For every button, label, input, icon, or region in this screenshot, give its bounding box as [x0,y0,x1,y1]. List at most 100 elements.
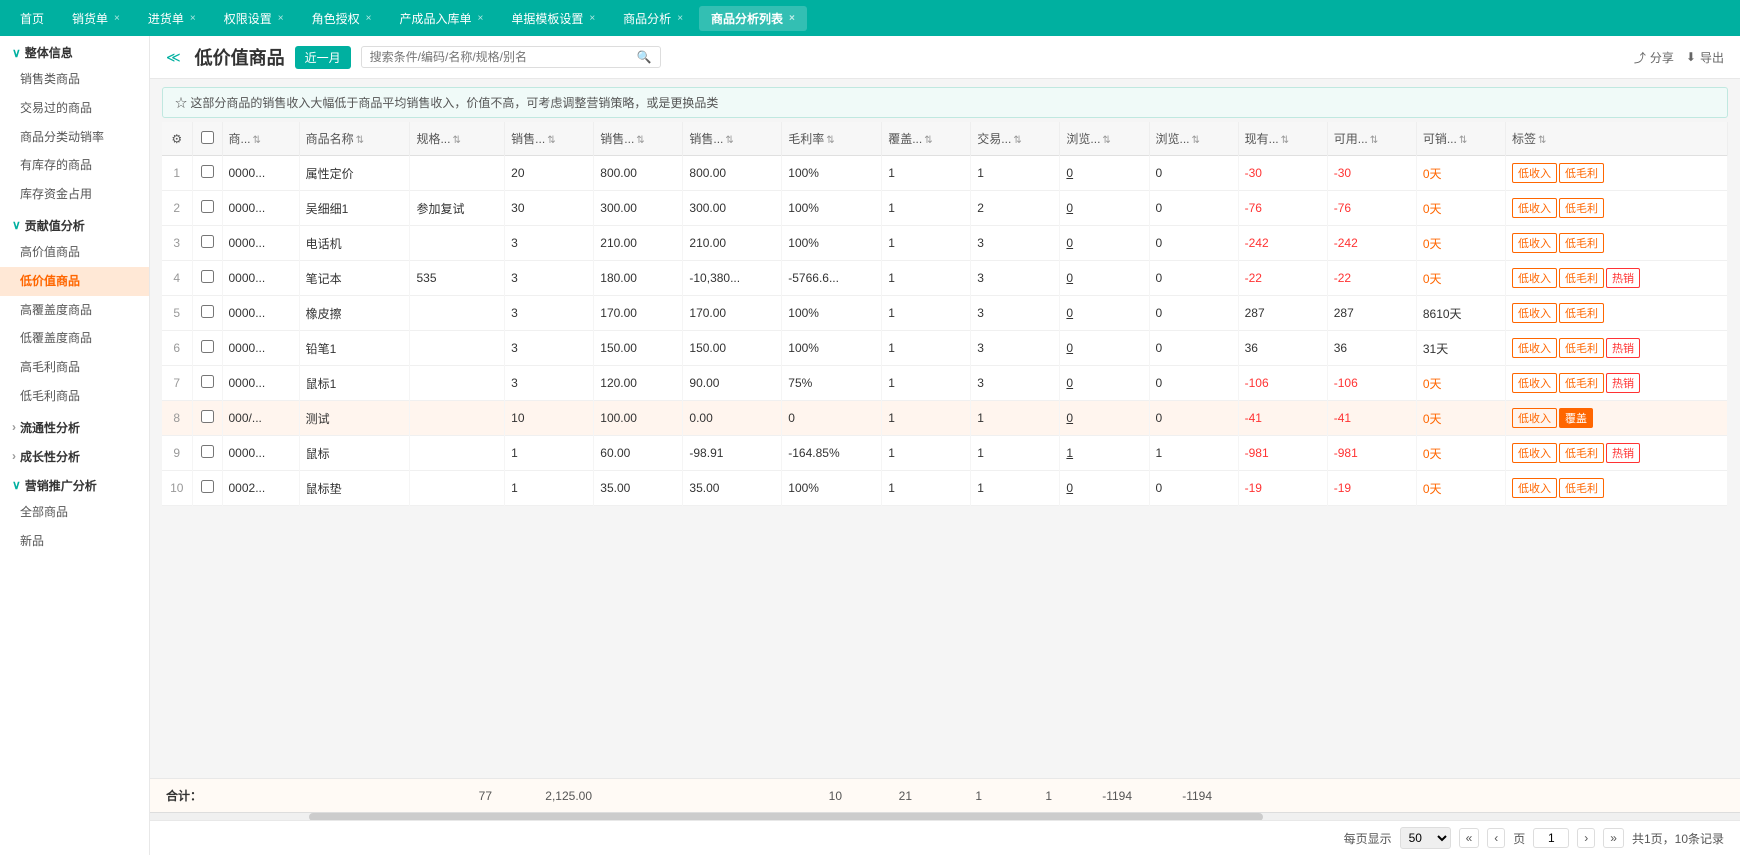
th-current-stock[interactable]: 现有...⇅ [1238,122,1327,156]
views1[interactable]: 0 [1060,471,1149,506]
row-checkbox-cell[interactable] [192,471,222,506]
th-transactions[interactable]: 交易...⇅ [971,122,1060,156]
nav-template[interactable]: 单据模板设置 × [499,6,607,31]
close-icon[interactable]: × [114,13,120,24]
th-settings[interactable]: ⚙ [162,122,192,156]
sidebar-item-category-sales[interactable]: 商品分类动销率 [0,123,149,152]
sidebar-item-high-coverage[interactable]: 高覆盖度商品 [0,296,149,325]
nav-production[interactable]: 产成品入库单 × [387,6,495,31]
row-checkbox-cell[interactable] [192,156,222,191]
prev-page-button[interactable]: ‹ [1487,828,1505,848]
row-checkbox[interactable] [201,270,214,283]
close-icon[interactable]: × [677,13,683,24]
row-checkbox[interactable] [201,235,214,248]
th-saleable-stock[interactable]: 可销...⇅ [1416,122,1505,156]
page-input[interactable] [1533,828,1569,848]
views1[interactable]: 0 [1060,156,1149,191]
close-icon[interactable]: × [366,13,372,24]
export-button[interactable]: ⬇ 导出 [1686,49,1724,66]
nav-roles[interactable]: 角色授权 × [300,6,384,31]
close-icon[interactable]: × [789,13,795,24]
sidebar-item-stock-value[interactable]: 库存资金占用 [0,180,149,209]
row-checkbox-cell[interactable] [192,436,222,471]
sidebar-item-in-stock[interactable]: 有库存的商品 [0,151,149,180]
row-checkbox[interactable] [201,410,214,423]
nav-goods-analysis-list[interactable]: 商品分析列表 × [699,6,807,31]
sidebar-group-marketing[interactable]: ∨ 营销推广分析 [0,469,149,498]
nav-home[interactable]: 首页 [8,6,56,31]
row-checkbox[interactable] [201,480,214,493]
product-spec [410,436,505,471]
search-input[interactable] [370,50,637,64]
row-checkbox-cell[interactable] [192,331,222,366]
collapse-sidebar-button[interactable]: ≪ [166,49,181,66]
nav-purchase[interactable]: 进货单 × [136,6,208,31]
views1[interactable]: 0 [1060,191,1149,226]
row-checkbox-cell[interactable] [192,296,222,331]
sidebar-item-all-goods[interactable]: 全部商品 [0,498,149,527]
close-icon[interactable]: × [190,13,196,24]
close-icon[interactable]: × [589,13,595,24]
row-checkbox-cell[interactable] [192,191,222,226]
th-views1[interactable]: 浏览...⇅ [1060,122,1149,156]
th-tags[interactable]: 标签⇅ [1505,122,1727,156]
sidebar-item-high-value[interactable]: 高价值商品 [0,238,149,267]
next-page-button[interactable]: › [1577,828,1595,848]
row-checkbox[interactable] [201,445,214,458]
last-page-button[interactable]: » [1603,828,1624,848]
th-code[interactable]: 商...⇅ [222,122,299,156]
sidebar-group-growth[interactable]: › 成长性分析 [0,440,149,469]
nav-goods-analysis[interactable]: 商品分析 × [611,6,695,31]
product-spec: 参加复试 [410,191,505,226]
row-checkbox-cell[interactable] [192,401,222,436]
share-button[interactable]: ⤴ 分享 [1634,49,1674,66]
close-icon[interactable]: × [278,13,284,24]
views1[interactable]: 0 [1060,296,1149,331]
period-button[interactable]: 近一月 [295,46,351,69]
sidebar-group-overview[interactable]: ∨ 整体信息 [0,36,149,65]
th-sales-qty[interactable]: 销售...⇅ [505,122,594,156]
views1[interactable]: 0 [1060,366,1149,401]
sidebar-item-traded-goods[interactable]: 交易过的商品 [0,94,149,123]
product-code: 0000... [222,156,299,191]
row-checkbox[interactable] [201,340,214,353]
row-checkbox[interactable] [201,165,214,178]
sidebar-item-low-margin[interactable]: 低毛利商品 [0,382,149,411]
sidebar-item-low-coverage[interactable]: 低覆盖度商品 [0,324,149,353]
th-views2[interactable]: 浏览...⇅ [1149,122,1238,156]
sidebar-item-new-goods[interactable]: 新品 [0,527,149,556]
views1[interactable]: 0 [1060,401,1149,436]
views1[interactable]: 0 [1060,226,1149,261]
sales-amount: -98.91 [683,436,782,471]
row-checkbox-cell[interactable] [192,261,222,296]
row-checkbox[interactable] [201,305,214,318]
th-sales-price[interactable]: 销售...⇅ [594,122,683,156]
row-checkbox-cell[interactable] [192,226,222,261]
sidebar-item-high-margin[interactable]: 高毛利商品 [0,353,149,382]
row-checkbox[interactable] [201,200,214,213]
first-page-button[interactable]: « [1459,828,1480,848]
sidebar-group-circulation[interactable]: › 流通性分析 [0,411,149,440]
nav-permissions[interactable]: 权限设置 × [212,6,296,31]
th-margin-rate[interactable]: 毛利率⇅ [782,122,882,156]
th-checkbox[interactable] [192,122,222,156]
th-available-stock[interactable]: 可用...⇅ [1327,122,1416,156]
row-checkbox[interactable] [201,375,214,388]
views1[interactable]: 0 [1060,331,1149,366]
table-row: 3 0000... 电话机 3 210.00 210.00 100% 1 3 0… [162,226,1728,261]
sidebar-item-low-value[interactable]: 低价值商品 [0,267,149,296]
th-coverage[interactable]: 覆盖...⇅ [882,122,971,156]
views1[interactable]: 0 [1060,261,1149,296]
th-name[interactable]: 商品名称⇅ [299,122,410,156]
sidebar-item-sales-goods[interactable]: 销售类商品 [0,65,149,94]
nav-sales[interactable]: 销货单 × [60,6,132,31]
per-page-select[interactable]: 50 100 200 [1400,827,1451,849]
sidebar-group-contribution[interactable]: ∨ 贡献值分析 [0,209,149,238]
views1[interactable]: 1 [1060,436,1149,471]
close-icon[interactable]: × [477,13,483,24]
th-spec[interactable]: 规格...⇅ [410,122,505,156]
row-checkbox-cell[interactable] [192,366,222,401]
th-sales-amount[interactable]: 销售...⇅ [683,122,782,156]
select-all-checkbox[interactable] [201,131,214,144]
search-icon[interactable]: 🔍 [637,50,652,64]
